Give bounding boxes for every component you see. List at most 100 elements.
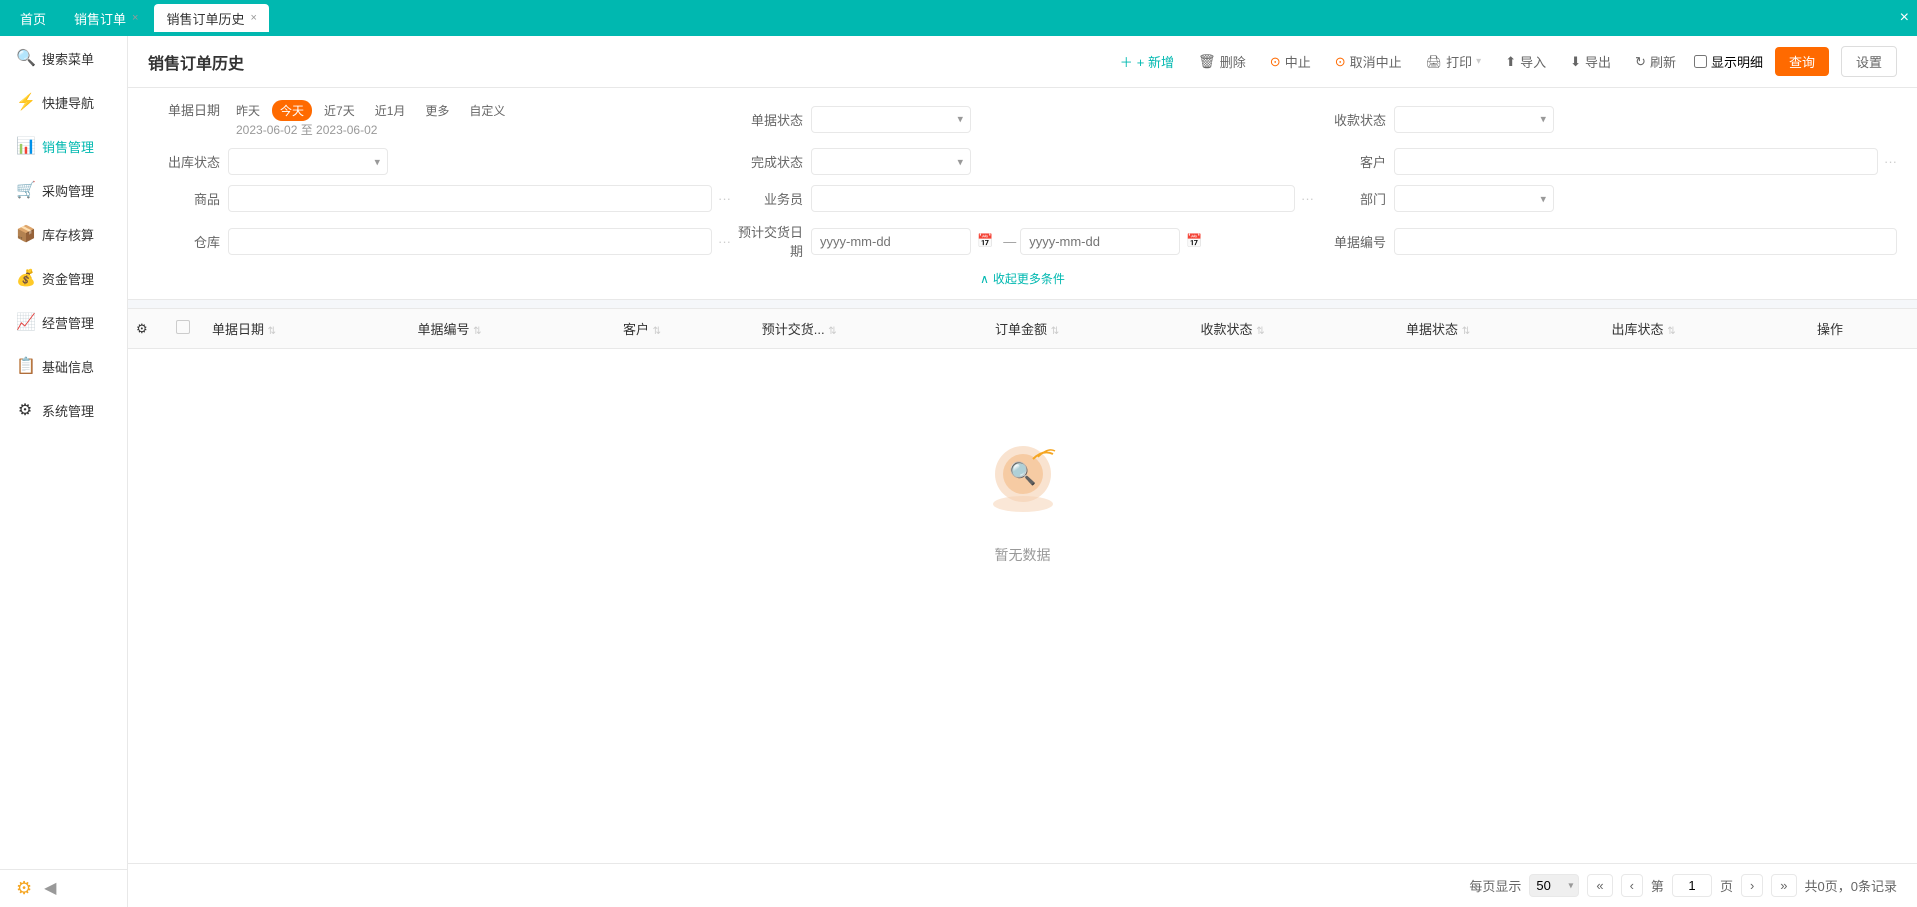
th-date[interactable]: 单据日期 ⇅ [204, 309, 410, 349]
order-no-label: 单据编号 [1314, 232, 1394, 251]
sidebar-search[interactable]: 🔍 搜索菜单 [0, 36, 127, 80]
date-label: 单据日期 [148, 100, 228, 119]
close-window-button[interactable]: × [1900, 9, 1909, 27]
out-status-select-wrap [228, 148, 388, 175]
order-no-input[interactable] [1394, 228, 1897, 255]
date-btn-yesterday[interactable]: 昨天 [228, 100, 268, 121]
th-operation: 操作 [1809, 309, 1917, 349]
prev-page-button[interactable]: ‹ [1621, 874, 1643, 897]
warehouse-label: 仓库 [148, 232, 228, 251]
cancel-stop-button[interactable]: ⊙ 取消中止 [1329, 48, 1408, 75]
empty-state: 🔍 暂无数据 [128, 349, 1917, 645]
tab-sales-order-history[interactable]: 销售订单历史 × [154, 4, 268, 32]
close-sales-order-tab[interactable]: × [132, 12, 138, 24]
sort-date-icon: ⇅ [268, 326, 276, 337]
page-input[interactable] [1672, 874, 1712, 897]
delete-button[interactable]: 🗑 删除 [1192, 48, 1252, 75]
next-page-button[interactable]: › [1741, 874, 1763, 897]
date-btn-more[interactable]: 更多 [417, 100, 457, 121]
new-button[interactable]: ＋ + 新增 [1114, 48, 1180, 75]
warehouse-input[interactable] [228, 228, 712, 255]
salesperson-input[interactable] [811, 185, 1295, 212]
customer-dots[interactable]: ··· [1884, 154, 1897, 169]
delivery-date-end[interactable] [1020, 228, 1180, 255]
warehouse-dots[interactable]: ··· [718, 234, 731, 249]
filter-row-2: 出库状态 完成状态 客户 [148, 148, 1897, 175]
sidebar-item-base-info[interactable]: 📋 基础信息 [0, 344, 127, 388]
sort-order-status-icon: ⇅ [1462, 326, 1470, 337]
search-icon: 🔍 [16, 48, 34, 68]
chevron-up-icon: ∧ [980, 272, 989, 286]
export-button[interactable]: ⬇ 导出 [1564, 48, 1617, 75]
sidebar-settings-icon[interactable]: ⚙ [16, 878, 32, 899]
main-layout: 🔍 搜索菜单 ⚡ 快捷导航 📊 销售管理 🛒 采购管理 📦 库存核算 💰 资金管… [0, 36, 1917, 907]
per-page-select-wrap: 10 20 50 100 [1529, 874, 1579, 897]
order-status-label: 单据状态 [731, 110, 811, 129]
order-status-select[interactable] [811, 106, 971, 133]
stop-button[interactable]: ⊙ 中止 [1264, 48, 1317, 75]
delivery-date-label: 预计交货日期 [731, 222, 811, 260]
tab-sales-order[interactable]: 销售订单 × [62, 4, 150, 32]
last-page-button[interactable]: » [1771, 874, 1796, 897]
pay-status-select[interactable] [1394, 106, 1554, 133]
filter-row-4: 仓库 ··· 预计交货日期 📅 — 📅 单据编号 [148, 222, 1897, 260]
sidebar-item-system[interactable]: ⚙ 系统管理 [0, 388, 127, 432]
inventory-icon: 📦 [16, 224, 34, 244]
delivery-date-start[interactable] [811, 228, 971, 255]
sidebar-item-purchase[interactable]: 🛒 采购管理 [0, 168, 127, 212]
base-info-icon: 📋 [16, 356, 34, 376]
complete-status-label: 完成状态 [731, 152, 811, 171]
settings-icon[interactable]: ⚙ [136, 321, 148, 336]
pay-status-select-wrap [1394, 106, 1554, 133]
product-input[interactable] [228, 185, 712, 212]
customer-input[interactable] [1394, 148, 1878, 175]
search-button[interactable]: 查询 [1775, 47, 1829, 76]
import-button[interactable]: ⬆ 导入 [1499, 48, 1552, 75]
th-settings[interactable]: ⚙ [128, 309, 168, 349]
th-check[interactable] [168, 309, 204, 349]
sidebar-item-quick-nav[interactable]: ⚡ 快捷导航 [0, 80, 127, 124]
sidebar-item-sales[interactable]: 📊 销售管理 [0, 124, 127, 168]
page-unit: 页 [1720, 876, 1733, 895]
table-area: ⚙ 单据日期 ⇅ 单据编号 ⇅ [128, 308, 1917, 863]
sort-pay-status-icon: ⇅ [1256, 326, 1264, 337]
show-details-checkbox[interactable]: 显示明细 [1694, 52, 1763, 71]
close-sales-order-history-tab[interactable]: × [250, 12, 256, 24]
th-no[interactable]: 单据编号 ⇅ [410, 309, 616, 349]
delete-icon: 🗑 [1198, 53, 1216, 70]
select-all-checkbox[interactable] [176, 320, 190, 334]
th-amount[interactable]: 订单金额 ⇅ [987, 309, 1193, 349]
page-header: 销售订单历史 ＋ + 新增 🗑 删除 ⊙ 中止 ⊙ 取消中止 [128, 36, 1917, 88]
content-area: 销售订单历史 ＋ + 新增 🗑 删除 ⊙ 中止 ⊙ 取消中止 [128, 36, 1917, 907]
operations-icon: 📈 [16, 312, 34, 332]
sidebar-collapse-icon[interactable]: ◀ [44, 878, 56, 899]
sidebar: 🔍 搜索菜单 ⚡ 快捷导航 📊 销售管理 🛒 采购管理 📦 库存核算 💰 资金管… [0, 36, 128, 907]
complete-status-select[interactable] [811, 148, 971, 175]
per-page-select[interactable]: 10 20 50 100 [1529, 874, 1579, 897]
sales-icon: 📊 [16, 136, 34, 156]
product-dots[interactable]: ··· [718, 191, 731, 206]
settings-filter-button[interactable]: 设置 [1841, 46, 1897, 77]
tab-home[interactable]: 首页 [8, 4, 58, 32]
th-pay-status[interactable]: 收款状态 ⇅ [1193, 309, 1399, 349]
department-select[interactable] [1394, 185, 1554, 212]
th-delivery[interactable]: 预计交货... ⇅ [754, 309, 987, 349]
date-btn-today[interactable]: 今天 [272, 100, 312, 121]
print-button[interactable]: 🖨 打印 ▾ [1420, 48, 1488, 75]
first-page-button[interactable]: « [1587, 874, 1612, 897]
collapse-row[interactable]: ∧ 收起更多条件 [148, 270, 1897, 287]
th-order-status[interactable]: 单据状态 ⇅ [1398, 309, 1604, 349]
out-status-label: 出库状态 [148, 152, 228, 171]
toolbar: ＋ + 新增 🗑 删除 ⊙ 中止 ⊙ 取消中止 🖨 打印 [1114, 46, 1897, 77]
date-btn-custom[interactable]: 自定义 [461, 100, 513, 121]
th-out-status[interactable]: 出库状态 ⇅ [1604, 309, 1810, 349]
sidebar-item-inventory[interactable]: 📦 库存核算 [0, 212, 127, 256]
date-btn-1month[interactable]: 近1月 [367, 100, 414, 121]
sidebar-item-operations[interactable]: 📈 经营管理 [0, 300, 127, 344]
date-btn-7days[interactable]: 近7天 [316, 100, 363, 121]
sidebar-item-finance[interactable]: 💰 资金管理 [0, 256, 127, 300]
refresh-button[interactable]: ↻ 刷新 [1629, 48, 1682, 75]
out-status-select[interactable] [228, 148, 388, 175]
th-customer[interactable]: 客户 ⇅ [615, 309, 754, 349]
salesperson-dots[interactable]: ··· [1301, 191, 1314, 206]
